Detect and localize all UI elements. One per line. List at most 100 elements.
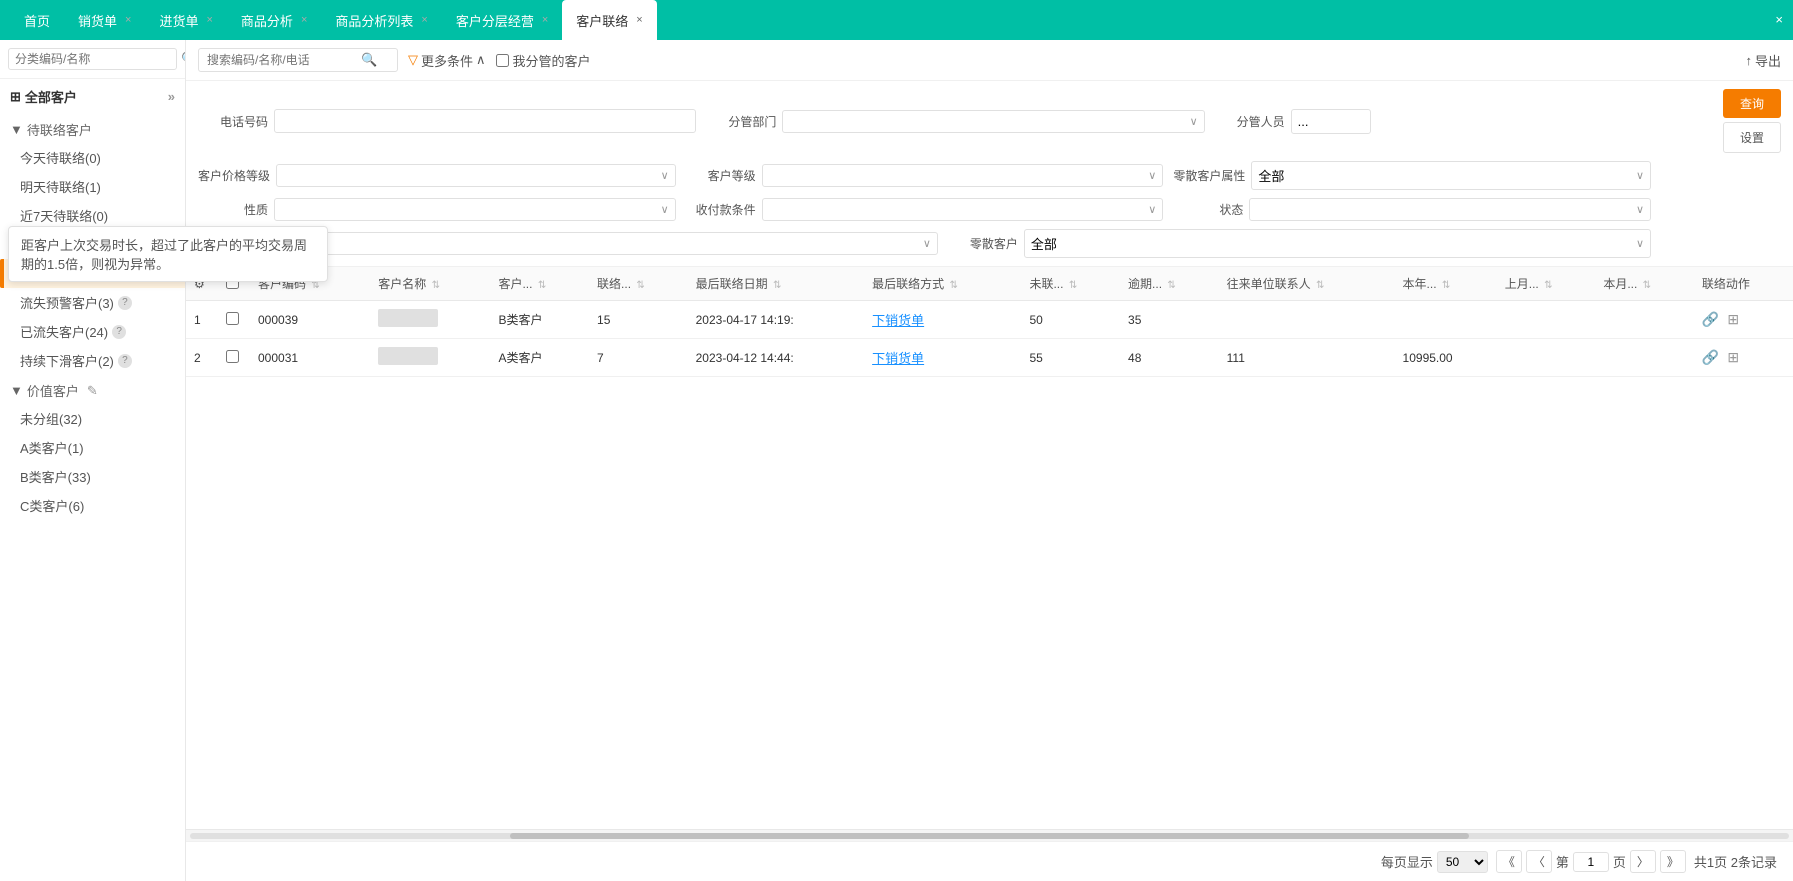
contact-method-link[interactable]: 下销货单 [872, 313, 924, 328]
filter-retail-attr: 零散客户属性 全部 ∨ [1173, 161, 1651, 190]
link-action-icon[interactable]: 🔗 [1702, 311, 1719, 328]
close-icon[interactable]: × [421, 14, 427, 26]
row-contact-count: 7 [589, 339, 688, 377]
nav-tab-analysis[interactable]: 商品分析 × [227, 0, 321, 40]
status-select[interactable]: ∨ [1249, 198, 1651, 221]
search-input[interactable] [207, 53, 357, 67]
sort-icon: ⇅ [1069, 280, 1077, 291]
export-button[interactable]: ↑ 导出 [1745, 51, 1781, 70]
sidebar-item-today[interactable]: 今天待联络(0) [0, 143, 185, 172]
customer-level-select[interactable]: ∨ [762, 164, 1164, 187]
sort-icon: ⇅ [1544, 280, 1552, 291]
row-checkbox[interactable] [226, 312, 239, 325]
sidebar-collapse-button[interactable]: » [168, 89, 175, 104]
row-last-contact-date: 2023-04-17 14:19: [688, 301, 864, 339]
row-name [370, 339, 490, 377]
sidebar-search-area: 🔍 [0, 40, 185, 79]
col-last-contact-date[interactable]: 最后联络日期 ⇅ [688, 267, 864, 301]
row-checkbox[interactable] [226, 350, 239, 363]
export-icon: ↑ [1745, 53, 1752, 68]
close-icon[interactable]: × [125, 14, 131, 26]
retail-attr-select[interactable]: 全部 ∨ [1251, 161, 1651, 190]
close-icon[interactable]: × [542, 14, 548, 26]
name-blur [378, 347, 438, 365]
filter-panel: 电话号码 分管部门 ∨ 分管人员 ... 查询 [186, 81, 1793, 267]
filter-retail: 零散客户 全部 ∨ [948, 229, 1651, 258]
manager-select[interactable]: ... [1291, 109, 1371, 134]
sidebar-item-class-a[interactable]: A类客户(1) [0, 433, 185, 462]
sidebar-item-class-c[interactable]: C类客户(6) [0, 491, 185, 520]
col-type[interactable]: 客户... ⇅ [490, 267, 589, 301]
declining-info-icon[interactable]: ? [118, 354, 132, 368]
col-this-year[interactable]: 本年... ⇅ [1395, 267, 1497, 301]
customer-type-select[interactable]: ∨ [311, 232, 938, 255]
horizontal-scrollbar[interactable] [186, 829, 1793, 841]
payment-select[interactable]: ∨ [762, 198, 1164, 221]
contact-method-link[interactable]: 下销货单 [872, 351, 924, 366]
col-this-month[interactable]: 本月... ⇅ [1595, 267, 1694, 301]
sort-icon: ⇅ [538, 280, 546, 291]
scrollbar-thumb[interactable] [510, 833, 1469, 839]
row-unlinked: 55 [1021, 339, 1120, 377]
close-icon[interactable]: × [301, 14, 307, 26]
total-records-label: 共1页 2条记录 [1694, 852, 1777, 871]
sidebar-item-tomorrow[interactable]: 明天待联络(1) [0, 172, 185, 201]
sidebar: 🔍 ⊞ 全部客户 » ▼ 待联络客户 今天待联络(0) 明天待联络(1) 近7天… [0, 40, 186, 881]
close-icon[interactable]: × [636, 14, 642, 26]
prev-page-button[interactable]: 〈 [1526, 850, 1552, 873]
scrollbar-track [190, 833, 1789, 839]
col-unlinked[interactable]: 未联... ⇅ [1021, 267, 1120, 301]
churn-warning-info-icon[interactable]: ? [118, 296, 132, 310]
nav-tab-customer-contact[interactable]: 客户联络 × [562, 0, 656, 40]
nav-tab-purchase[interactable]: 进货单 × [145, 0, 226, 40]
sidebar-item-ungrouped[interactable]: 未分组(32) [0, 404, 185, 433]
next-page-button[interactable]: 〉 [1630, 850, 1656, 873]
sidebar-item-churn-warning[interactable]: 流失预警客户(3) ? [0, 288, 185, 317]
search-icon[interactable]: 🔍 [361, 52, 377, 68]
churned-info-icon[interactable]: ? [112, 325, 126, 339]
nav-tab-sales[interactable]: 销货单 × [64, 0, 145, 40]
first-page-button[interactable]: 《 [1496, 850, 1522, 873]
sidebar-item-declining[interactable]: 持续下滑客户(2) ? [0, 346, 185, 375]
settings-button[interactable]: 设置 [1723, 122, 1781, 153]
sidebar-item-churned[interactable]: 已流失客户(24) ? [0, 317, 185, 346]
my-customers-checkbox[interactable] [496, 54, 509, 67]
row-this-month [1595, 301, 1694, 339]
nav-tab-home[interactable]: 首页 [10, 0, 64, 40]
col-overdue[interactable]: 逾期... ⇅ [1120, 267, 1219, 301]
dept-select[interactable]: ∨ [782, 110, 1204, 133]
all-customers-header: ⊞ 全部客户 » [0, 79, 185, 114]
nav-tab-analysis-list[interactable]: 商品分析列表 × [321, 0, 441, 40]
nav-tab-customer-tier[interactable]: 客户分层经营 × [442, 0, 562, 40]
sort-icon: ⇅ [432, 280, 440, 291]
page-size-select[interactable]: 50 100 200 [1437, 851, 1488, 873]
close-icon[interactable]: × [206, 14, 212, 26]
retail-select[interactable]: 全部 ∨ [1024, 229, 1651, 258]
last-page-button[interactable]: 》 [1660, 850, 1686, 873]
grid-action-icon[interactable]: ⊞ [1727, 311, 1739, 328]
row-last-contact-method[interactable]: 下销货单 [864, 339, 1021, 377]
phone-input[interactable] [274, 109, 696, 133]
sidebar-group-value-customers[interactable]: ▼ 价值客户 ✎ [0, 375, 185, 404]
col-contact-count[interactable]: 联络... ⇅ [589, 267, 688, 301]
filter-button[interactable]: ▽ 更多条件 ∧ [408, 51, 486, 70]
gender-select[interactable]: ∨ [274, 198, 676, 221]
col-last-month[interactable]: 上月... ⇅ [1497, 267, 1596, 301]
col-contacts[interactable]: 往来单位联系人 ⇅ [1219, 267, 1395, 301]
query-button[interactable]: 查询 [1723, 89, 1781, 118]
grid-action-icon[interactable]: ⊞ [1727, 349, 1739, 366]
page-size-area: 每页显示 50 100 200 [1381, 851, 1488, 873]
col-name[interactable]: 客户名称 ⇅ [370, 267, 490, 301]
page-number-input[interactable] [1573, 852, 1609, 872]
filter-payment: 收付款条件 ∨ [686, 198, 1164, 221]
price-level-select[interactable]: ∨ [276, 164, 676, 187]
sidebar-item-class-b[interactable]: B类客户(33) [0, 462, 185, 491]
col-last-contact-method[interactable]: 最后联络方式 ⇅ [864, 267, 1021, 301]
sidebar-search-input[interactable] [8, 48, 177, 70]
close-all-button[interactable]: × [1775, 11, 1783, 29]
sidebar-group-pending[interactable]: ▼ 待联络客户 [0, 114, 185, 143]
edit-group-icon[interactable]: ✎ [87, 383, 98, 399]
grid-icon: ⊞ [10, 89, 21, 105]
link-action-icon[interactable]: 🔗 [1702, 349, 1719, 366]
row-last-contact-method[interactable]: 下销货单 [864, 301, 1021, 339]
